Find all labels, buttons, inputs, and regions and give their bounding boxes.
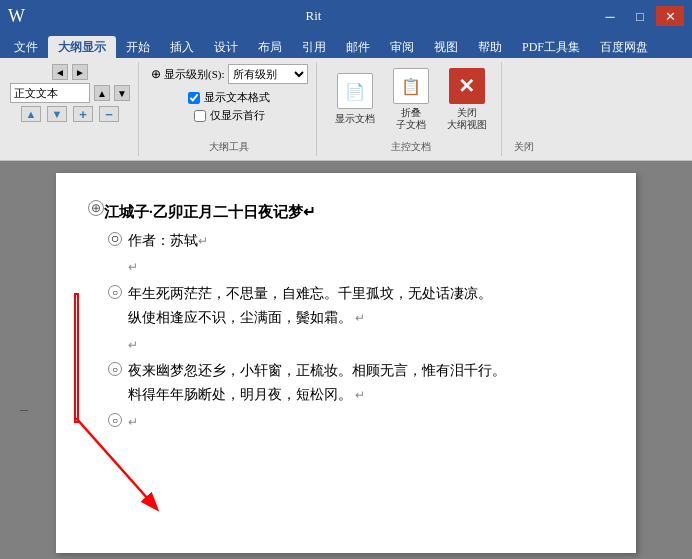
close-group: 关闭 bbox=[510, 62, 542, 156]
master-doc-group: 📄 显示文档 📋 折叠子文档 ✕ 关闭大纲视图 bbox=[325, 62, 502, 156]
ribbon-tab-bar: 文件 大纲显示 开始 插入 设计 布局 引用 邮件 审阅 视图 帮助 PDF工具… bbox=[0, 32, 692, 58]
tab-outline[interactable]: 大纲显示 bbox=[48, 36, 116, 58]
content-area: ⊕ 江城子·乙卯正月二十日夜记梦↵ ○ 作者：苏轼↵ ↵ ○ 年生死两茫茫，不思… bbox=[0, 161, 692, 559]
tab-design[interactable]: 设计 bbox=[204, 36, 248, 58]
remove-button[interactable]: − bbox=[99, 106, 119, 122]
annotation-arrow bbox=[66, 418, 186, 538]
first-line-checkbox[interactable] bbox=[194, 110, 206, 122]
expand-title-button[interactable]: ⊕ bbox=[88, 200, 104, 216]
tab-view[interactable]: 视图 bbox=[424, 36, 468, 58]
outline-title-line: ⊕ 江城子·乙卯正月二十日夜记梦↵ bbox=[88, 200, 604, 226]
annotation-box bbox=[74, 293, 79, 423]
show-format-label: 显示文本格式 bbox=[204, 90, 270, 105]
title-content: 江城子·乙卯正月二十日夜记梦↵ bbox=[104, 200, 604, 226]
blank2-text: ↵ bbox=[128, 333, 604, 357]
outline-blank2-line: ↵ bbox=[108, 333, 604, 357]
maximize-button[interactable]: □ bbox=[626, 6, 654, 26]
outline-blank3-line: ○ ↵ bbox=[108, 410, 604, 434]
show-doc-label: 显示文档 bbox=[335, 112, 375, 126]
ruler-mark bbox=[20, 410, 28, 411]
app-icon: W bbox=[8, 6, 25, 27]
outline-tools-group: ⊕ 显示级别(S): 所有级别 显示文本格式 仅显示首行 大纲工具 bbox=[147, 62, 317, 156]
bullet-author: ○ bbox=[108, 232, 122, 246]
level-select[interactable]: 所有级别 bbox=[228, 64, 308, 84]
collapse-subdoc-button[interactable]: 📋 折叠子文档 bbox=[385, 64, 437, 135]
first-line-row: 仅显示首行 bbox=[194, 108, 265, 123]
collapse-icon: 📋 bbox=[393, 68, 429, 104]
verse2-text: 夜来幽梦忽还乡，小轩窗，正梳妆。相顾无言，惟有泪千行。料得年年肠断处，明月夜，短… bbox=[128, 359, 604, 407]
tab-file[interactable]: 文件 bbox=[4, 36, 48, 58]
outline-tools-label: 大纲工具 bbox=[209, 138, 249, 154]
tab-layout[interactable]: 布局 bbox=[248, 36, 292, 58]
minimize-button[interactable]: ─ bbox=[596, 6, 624, 26]
outdent-button[interactable]: ▼ bbox=[47, 106, 67, 122]
level-row: ⊕ 显示级别(S): 所有级别 bbox=[151, 64, 308, 84]
tab-insert[interactable]: 插入 bbox=[160, 36, 204, 58]
show-format-checkbox[interactable] bbox=[188, 92, 200, 104]
tab-home[interactable]: 开始 bbox=[116, 36, 160, 58]
close-outline-label: 关闭大纲视图 bbox=[447, 107, 487, 131]
style-dropdown[interactable]: 正文文本 bbox=[10, 83, 90, 103]
app-window: W Rit ─ □ ✕ 文件 大纲显示 开始 插入 设计 布局 引用 邮件 审阅… bbox=[0, 0, 692, 559]
level-label: 显示级别(S): bbox=[164, 67, 225, 82]
show-doc-icon: 📄 bbox=[337, 73, 373, 109]
nav-row1: ◄ ► bbox=[52, 64, 88, 80]
show-doc-button[interactable]: 📄 显示文档 bbox=[329, 64, 381, 135]
outline-author-line: ○ 作者：苏轼↵ bbox=[108, 229, 604, 253]
window-controls: ─ □ ✕ bbox=[596, 6, 684, 26]
close-button[interactable]: ✕ bbox=[656, 6, 684, 26]
nav-left-button[interactable]: ◄ bbox=[52, 64, 68, 80]
indent-row: ▲ ▼ + − bbox=[21, 106, 119, 122]
tab-baidu[interactable]: 百度网盘 bbox=[590, 36, 658, 58]
tab-references[interactable]: 引用 bbox=[292, 36, 336, 58]
doc-title: 江城子·乙卯正月二十日夜记梦↵ bbox=[104, 200, 604, 226]
tab-mail[interactable]: 邮件 bbox=[336, 36, 380, 58]
title-bar: W Rit ─ □ ✕ bbox=[0, 0, 692, 32]
blank3-text: ↵ bbox=[128, 410, 604, 434]
ribbon: ◄ ► 正文文本 ▲ ▼ ▲ ▼ + − ⊕ 显示级别(S): 所有级别 bbox=[0, 58, 692, 161]
document-page: ⊕ 江城子·乙卯正月二十日夜记梦↵ ○ 作者：苏轼↵ ↵ ○ 年生死两茫茫，不思… bbox=[56, 173, 636, 553]
bullet-verse1: ○ bbox=[108, 285, 122, 299]
tab-pdf[interactable]: PDF工具集 bbox=[512, 36, 590, 58]
tab-review[interactable]: 审阅 bbox=[380, 36, 424, 58]
author-text: 作者：苏轼↵ bbox=[128, 229, 604, 253]
collapse-label: 折叠子文档 bbox=[396, 107, 426, 131]
close-icon: ✕ bbox=[449, 68, 485, 104]
display-icon: ⊕ bbox=[151, 67, 161, 82]
verse1-text: 年生死两茫茫，不思量，自难忘。千里孤坟，无处话凄凉。纵使相逢应不识，尘满面，鬓如… bbox=[128, 282, 604, 330]
master-doc-label: 主控文档 bbox=[391, 138, 431, 154]
nav-right-button[interactable]: ► bbox=[72, 64, 88, 80]
outline-verse2-line: ○ 夜来幽梦忽还乡，小轩窗，正梳妆。相顾无言，惟有泪千行。料得年年肠断处，明月夜… bbox=[108, 359, 604, 407]
close-label: 关闭 bbox=[514, 138, 534, 154]
first-line-label: 仅显示首行 bbox=[210, 108, 265, 123]
outline-blank1-line: ↵ bbox=[108, 255, 604, 279]
add-button[interactable]: + bbox=[73, 106, 93, 122]
tab-help[interactable]: 帮助 bbox=[468, 36, 512, 58]
blank1-text: ↵ bbox=[128, 255, 604, 279]
title-bar-text: Rit bbox=[31, 8, 596, 24]
bullet-blank3: ○ bbox=[108, 413, 122, 427]
close-outline-button[interactable]: ✕ 关闭大纲视图 bbox=[441, 64, 493, 135]
nav-row2: 正文文本 ▲ ▼ bbox=[10, 83, 130, 103]
show-format-row: 显示文本格式 bbox=[188, 90, 270, 105]
nav-group: ◄ ► 正文文本 ▲ ▼ ▲ ▼ + − bbox=[6, 62, 139, 156]
style-up-button[interactable]: ▲ bbox=[94, 85, 110, 101]
master-doc-btns: 📄 显示文档 📋 折叠子文档 ✕ 关闭大纲视图 bbox=[329, 64, 493, 135]
outline-verse1-line: ○ 年生死两茫茫，不思量，自难忘。千里孤坟，无处话凄凉。纵使相逢应不识，尘满面，… bbox=[108, 282, 604, 330]
indent-button[interactable]: ▲ bbox=[21, 106, 41, 122]
bullet-verse2: ○ bbox=[108, 362, 122, 376]
style-down-button[interactable]: ▼ bbox=[114, 85, 130, 101]
